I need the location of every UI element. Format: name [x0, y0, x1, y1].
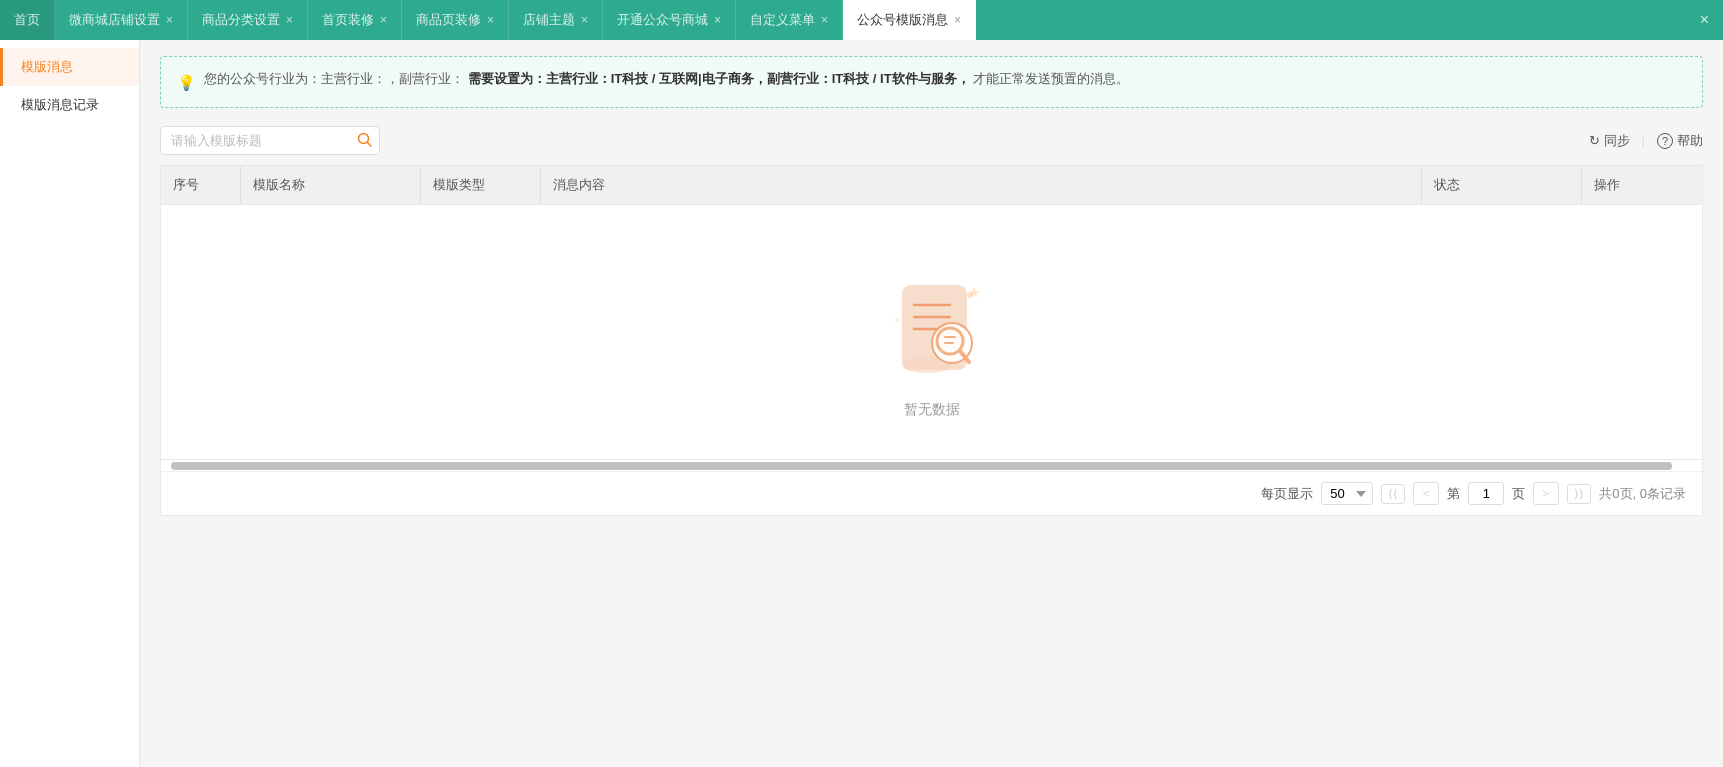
tab-home-label: 首页 [14, 11, 40, 29]
tab-theme[interactable]: 店铺主题 × [509, 0, 603, 40]
empty-illustration [872, 265, 992, 385]
tab-product-label: 商品页装修 [416, 11, 481, 29]
tab-theme-close[interactable]: × [581, 13, 588, 27]
toolbar-right: ↻ 同步 | ? 帮助 [1589, 132, 1703, 150]
page-next-btn[interactable]: ＞ [1533, 482, 1559, 505]
tab-homepage-label: 首页装修 [322, 11, 374, 29]
tab-homepage[interactable]: 首页装修 × [308, 0, 402, 40]
tab-product[interactable]: 商品页装修 × [402, 0, 509, 40]
sync-icon: ↻ [1589, 133, 1600, 148]
total-info: 共0页, 0条记录 [1599, 485, 1686, 503]
th-content: 消息内容 [541, 166, 1422, 204]
page-size-select[interactable]: 50 10 20 100 [1321, 482, 1373, 505]
help-icon: ? [1657, 133, 1673, 149]
th-action: 操作 [1582, 166, 1702, 204]
tab-templatemsg[interactable]: 公众号模版消息 × [843, 0, 976, 40]
th-seq: 序号 [161, 166, 241, 204]
tab-product-close[interactable]: × [487, 13, 494, 27]
svg-line-1 [368, 142, 372, 146]
pagination: 每页显示 50 10 20 100 ⟨⟨ ＜ 第 页 ＞ ⟩⟩ 共0页, 0条记… [161, 471, 1702, 515]
page-input[interactable] [1468, 482, 1504, 505]
page-last-btn[interactable]: ⟩⟩ [1567, 484, 1591, 504]
close-all-btn[interactable]: × [1686, 11, 1723, 29]
tab-openstore[interactable]: 开通公众号商城 × [603, 0, 736, 40]
tab-wshop[interactable]: 微商城店铺设置 × [55, 0, 188, 40]
th-type: 模版类型 [421, 166, 541, 204]
search-bar: ↻ 同步 | ? 帮助 [160, 126, 1703, 155]
page-first-btn[interactable]: ⟨⟨ [1381, 484, 1405, 504]
tab-theme-label: 店铺主题 [523, 11, 575, 29]
tab-homepage-close[interactable]: × [380, 13, 387, 27]
tab-custommenu-label: 自定义菜单 [750, 11, 815, 29]
tab-category[interactable]: 商品分类设置 × [188, 0, 308, 40]
tab-bar: 首页 微商城店铺设置 × 商品分类设置 × 首页装修 × 商品页装修 × 店铺主… [0, 0, 1723, 40]
layout: 模版消息 模版消息记录 💡 您的公众号行业为：主营行业：，副营行业： 需要设置为… [0, 40, 1723, 767]
notice-box: 💡 您的公众号行业为：主营行业：，副营行业： 需要设置为：主营行业：IT科技 /… [160, 56, 1703, 108]
main-content: 💡 您的公众号行业为：主营行业：，副营行业： 需要设置为：主营行业：IT科技 /… [140, 40, 1723, 767]
sidebar-item-record[interactable]: 模版消息记录 [0, 86, 139, 124]
tab-openstore-close[interactable]: × [714, 13, 721, 27]
table-container: 序号 模版名称 模版类型 消息内容 状态 操作 [160, 165, 1703, 516]
bulb-icon: 💡 [177, 71, 196, 95]
empty-state: 暂无数据 [161, 205, 1702, 459]
toolbar-divider: | [1642, 133, 1645, 148]
tab-templatemsg-label: 公众号模版消息 [857, 11, 948, 29]
sidebar-item-template-label: 模版消息 [21, 59, 73, 74]
search-input-wrap [160, 126, 380, 155]
page-size-label: 每页显示 [1261, 485, 1313, 503]
tab-wshop-close[interactable]: × [166, 13, 173, 27]
tab-home[interactable]: 首页 [0, 0, 55, 40]
notice-bold: 需要设置为：主营行业：IT科技 / 互联网|电子商务，副营行业：IT科技 / I… [468, 71, 970, 86]
page-suffix: 页 [1512, 485, 1525, 503]
help-button[interactable]: ? 帮助 [1657, 132, 1703, 150]
empty-text: 暂无数据 [904, 401, 960, 419]
tab-custommenu[interactable]: 自定义菜单 × [736, 0, 843, 40]
page-prefix: 第 [1447, 485, 1460, 503]
search-input[interactable] [160, 126, 380, 155]
scroll-thumb[interactable] [171, 462, 1672, 470]
table-header: 序号 模版名称 模版类型 消息内容 状态 操作 [161, 166, 1702, 205]
sync-label: 同步 [1604, 132, 1630, 150]
tab-openstore-label: 开通公众号商城 [617, 11, 708, 29]
sidebar: 模版消息 模版消息记录 [0, 40, 140, 767]
th-name: 模版名称 [241, 166, 421, 204]
svg-point-12 [895, 318, 899, 322]
tab-category-label: 商品分类设置 [202, 11, 280, 29]
sync-button[interactable]: ↻ 同步 [1589, 132, 1630, 150]
search-icon[interactable] [357, 132, 372, 150]
tab-templatemsg-close[interactable]: × [954, 13, 961, 27]
scroll-track[interactable] [161, 459, 1702, 471]
page-prev-btn[interactable]: ＜ [1413, 482, 1439, 505]
sidebar-item-template[interactable]: 模版消息 [0, 48, 139, 86]
tab-wshop-label: 微商城店铺设置 [69, 11, 160, 29]
notice-prefix: 您的公众号行业为：主营行业：，副营行业： [204, 71, 464, 86]
notice-suffix: 才能正常发送预置的消息。 [973, 71, 1129, 86]
th-status: 状态 [1422, 166, 1582, 204]
tab-category-close[interactable]: × [286, 13, 293, 27]
sidebar-item-record-label: 模版消息记录 [21, 97, 99, 112]
tab-custommenu-close[interactable]: × [821, 13, 828, 27]
notice-text: 您的公众号行业为：主营行业：，副营行业： 需要设置为：主营行业：IT科技 / 互… [204, 69, 1129, 90]
help-label: 帮助 [1677, 132, 1703, 150]
